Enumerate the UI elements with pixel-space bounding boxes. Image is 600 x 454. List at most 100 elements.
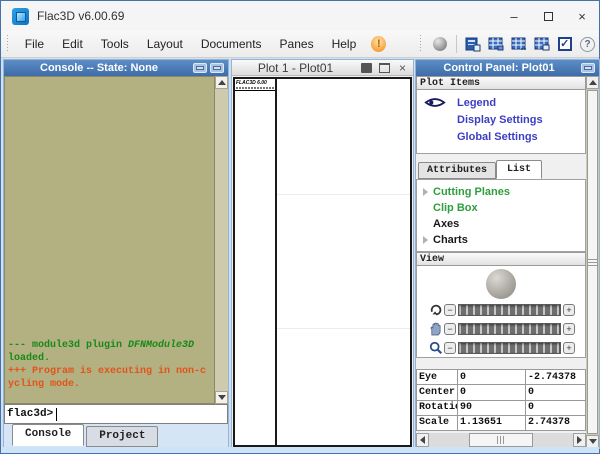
- scroll-left-button[interactable]: [416, 433, 429, 447]
- tab-console[interactable]: Console: [12, 424, 84, 446]
- menu-layout[interactable]: Layout: [138, 33, 192, 55]
- menu-file[interactable]: File: [16, 33, 53, 55]
- menu-tools[interactable]: Tools: [92, 33, 138, 55]
- value-cell[interactable]: 1.13651: [458, 415, 526, 430]
- display-settings-link[interactable]: Display Settings: [457, 114, 543, 126]
- pan-slider-row: − +: [427, 321, 575, 336]
- help-icon[interactable]: ?: [578, 35, 597, 54]
- value-cell[interactable]: 0: [526, 400, 586, 415]
- tab-list[interactable]: List: [496, 160, 542, 179]
- console-output: --- module3d plugin DFNModule3D loaded. …: [8, 339, 206, 391]
- row-label: Center: [417, 385, 458, 400]
- plot-panel: Plot 1 - Plot01 × FLAC3D 6.00: [231, 59, 414, 449]
- warning-icon[interactable]: !: [371, 36, 386, 52]
- globe-icon[interactable]: [430, 35, 449, 54]
- grid-table-icon-1[interactable]: [487, 35, 506, 54]
- scroll-up-button[interactable]: [586, 76, 599, 89]
- plot-gridline: [277, 194, 410, 195]
- scroll-track[interactable]: [215, 89, 228, 391]
- list-item[interactable]: Legend: [417, 94, 585, 111]
- value-cell[interactable]: 0: [458, 385, 526, 400]
- menu-documents[interactable]: Documents: [192, 33, 271, 55]
- close-pane-icon[interactable]: ×: [396, 63, 409, 73]
- scroll-up-button[interactable]: [215, 76, 228, 89]
- console-line: --- module3d plugin DFNModule3D loaded.: [8, 339, 206, 365]
- legend-subtext: [236, 87, 274, 89]
- tab-project[interactable]: Project: [86, 426, 158, 447]
- tree-item-charts[interactable]: Charts: [417, 232, 585, 248]
- console-view: --- module3d plugin DFNModule3D loaded. …: [4, 76, 228, 404]
- value-cell[interactable]: 2.74378: [526, 415, 586, 430]
- scroll-thumb[interactable]: [469, 433, 534, 447]
- global-settings-link[interactable]: Global Settings: [457, 131, 538, 143]
- minimize-button[interactable]: –: [497, 1, 531, 31]
- checkbox-icon[interactable]: ✓: [555, 35, 574, 54]
- console-scrollbar[interactable]: [215, 76, 228, 404]
- title-bar: Flac3D v6.00.69 – ×: [1, 1, 599, 31]
- maximize-button[interactable]: [531, 1, 565, 31]
- table-row: Scale 1.13651 2.74378: [417, 415, 586, 430]
- plot-canvas[interactable]: [277, 79, 410, 445]
- tab-attributes[interactable]: Attributes: [418, 162, 496, 179]
- pan-slider[interactable]: [458, 323, 561, 335]
- toolbar-grip[interactable]: [6, 35, 10, 53]
- maximize-icon: [544, 12, 553, 21]
- expander-icon[interactable]: [417, 236, 433, 244]
- pan-plus-button[interactable]: +: [563, 323, 575, 335]
- console-output-area: --- module3d plugin DFNModule3D loaded. …: [4, 76, 215, 404]
- console-tab-bar: Console Project: [4, 424, 228, 448]
- menu-help[interactable]: Help: [323, 33, 366, 55]
- table-row: Rotation 90 0: [417, 400, 586, 415]
- scroll-thumb[interactable]: [587, 90, 598, 434]
- float-pane-icon[interactable]: [193, 63, 207, 73]
- app-icon: [12, 8, 29, 25]
- expander-icon[interactable]: [417, 188, 433, 196]
- zoom-magnifier-icon: [427, 341, 444, 355]
- rotate-minus-button[interactable]: −: [444, 304, 456, 316]
- control-panel-scrollbar[interactable]: [586, 76, 599, 448]
- grid-table-icon-3[interactable]: [532, 35, 551, 54]
- grid-table-icon-2[interactable]: [510, 35, 529, 54]
- close-icon: ×: [578, 9, 586, 24]
- zoom-plus-button[interactable]: +: [563, 342, 575, 354]
- plot-items-list: Legend Display Settings Global Settings: [416, 90, 586, 154]
- eye-icon[interactable]: [417, 97, 457, 108]
- console-header: Console -- State: None: [4, 60, 228, 76]
- value-cell[interactable]: -2.74378: [526, 370, 586, 385]
- close-button[interactable]: ×: [565, 1, 599, 31]
- tree-item-clip-box[interactable]: Clip Box: [417, 200, 585, 216]
- new-plot-icon[interactable]: [464, 35, 483, 54]
- tree-item-axes[interactable]: Axes: [417, 216, 585, 232]
- dock-pane-icon[interactable]: [360, 63, 373, 73]
- list-item[interactable]: Display Settings: [417, 111, 585, 128]
- value-cell[interactable]: 0: [526, 385, 586, 400]
- tree-item-cutting-planes[interactable]: Cutting Planes: [417, 184, 585, 200]
- minimize-pane-icon[interactable]: [581, 63, 595, 73]
- zoom-slider[interactable]: [458, 342, 561, 354]
- rotate-slider[interactable]: [458, 304, 561, 316]
- rotate-plus-button[interactable]: +: [563, 304, 575, 316]
- view-coordinates-table: Eye 0 -2.74378 Center 0 0 Rotation 90 0: [416, 369, 586, 431]
- menu-panes[interactable]: Panes: [271, 33, 323, 55]
- trackball-sphere[interactable]: [486, 269, 516, 299]
- maximize-pane-icon[interactable]: [378, 63, 391, 73]
- zoom-slider-row: − +: [427, 340, 575, 355]
- window-title: Flac3D v6.00.69: [37, 9, 124, 23]
- zoom-minus-button[interactable]: −: [444, 342, 456, 354]
- scroll-down-button[interactable]: [215, 391, 228, 404]
- value-cell[interactable]: 0: [458, 370, 526, 385]
- list-item[interactable]: Global Settings: [417, 128, 585, 145]
- scroll-track[interactable]: [429, 433, 573, 447]
- scroll-right-button[interactable]: [573, 433, 586, 447]
- console-prompt: flac3d>: [7, 408, 53, 420]
- toolbar-grip-2[interactable]: [418, 35, 422, 53]
- console-input[interactable]: flac3d>: [4, 404, 228, 424]
- legend-link[interactable]: Legend: [457, 97, 496, 109]
- arrow-up-icon: [218, 80, 226, 85]
- pan-minus-button[interactable]: −: [444, 323, 456, 335]
- value-cell[interactable]: 90: [458, 400, 526, 415]
- minimize-pane-icon[interactable]: [210, 63, 224, 73]
- menu-edit[interactable]: Edit: [53, 33, 92, 55]
- table-horizontal-scrollbar[interactable]: [416, 433, 586, 447]
- control-panel-tabs: Attributes List: [416, 162, 586, 179]
